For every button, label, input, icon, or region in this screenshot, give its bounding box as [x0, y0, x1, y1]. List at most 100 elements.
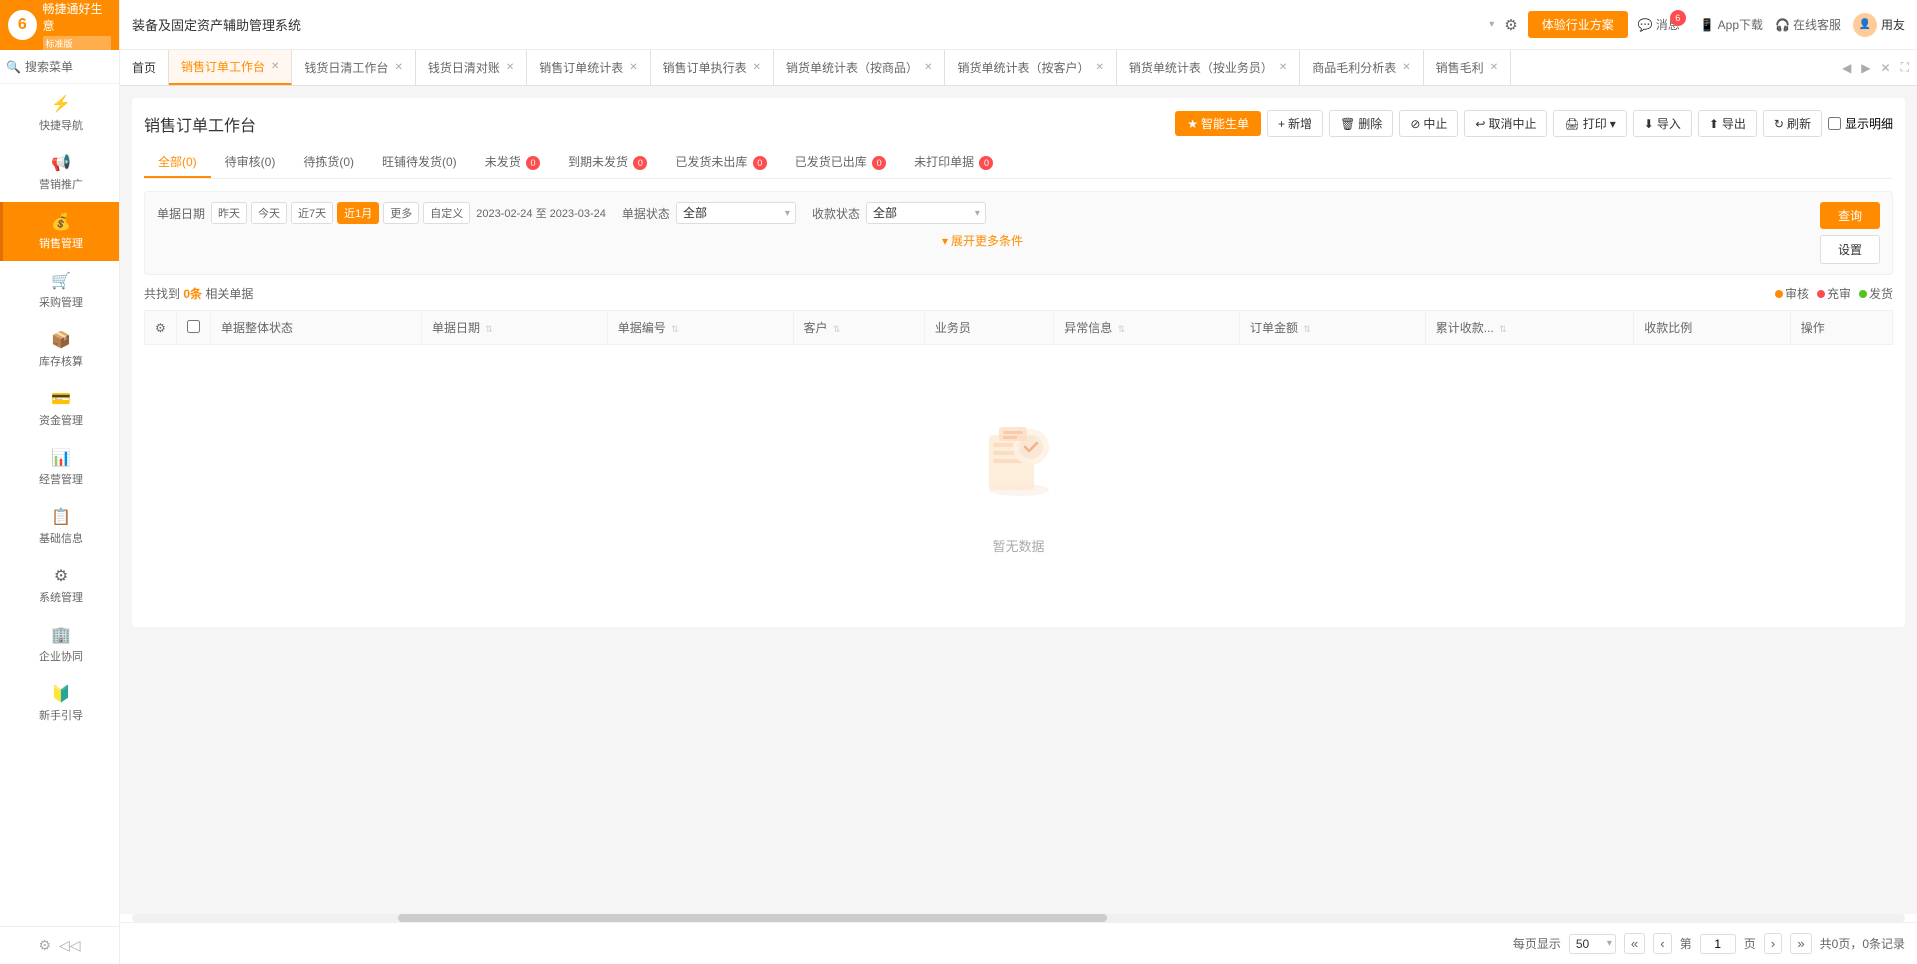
subtab-pending-inspect[interactable]: 待拣货(0): [289, 147, 368, 178]
tab-sales-order-workbench[interactable]: 销售订单工作台 ✕: [169, 50, 292, 85]
scrollbar-thumb[interactable]: [398, 914, 1107, 922]
subtab-all[interactable]: 全部(0): [144, 147, 211, 178]
tab-scroll-left-btn[interactable]: ◀: [1838, 59, 1855, 77]
tab-close-product[interactable]: ✕: [924, 62, 932, 73]
tab-scroll-right-btn[interactable]: ▶: [1857, 59, 1874, 77]
col-received-header[interactable]: 累计收款... ⇅: [1425, 311, 1633, 345]
tab-cash-daily-clear[interactable]: 钱货日清工作台 ✕: [292, 50, 415, 85]
sidebar-item-operations[interactable]: 📊 经营管理: [0, 438, 119, 497]
batch-ship-btn[interactable]: 发货: [1859, 285, 1893, 302]
date-btn-7days[interactable]: 近7天: [291, 202, 333, 224]
tab-close-stats[interactable]: ✕: [629, 62, 637, 73]
filter-expand-btn[interactable]: ▾ 展开更多条件: [942, 232, 1023, 249]
subtab-wangpu[interactable]: 旺铺待发货(0): [368, 147, 471, 178]
col-received-sort-icon[interactable]: ⇅: [1499, 324, 1507, 334]
subtab-shipped-not-in[interactable]: 已发货未出库 0: [661, 147, 780, 178]
smart-bill-btn[interactable]: ★ 智能生单: [1175, 111, 1261, 136]
select-all-checkbox[interactable]: [187, 320, 200, 333]
col-amount-sort-icon[interactable]: ⇅: [1303, 324, 1311, 334]
user-menu[interactable]: 👤 用友: [1853, 13, 1905, 37]
col-exception-header[interactable]: 异常信息 ⇅: [1054, 311, 1240, 345]
page-number-input[interactable]: 1: [1700, 934, 1736, 954]
date-btn-1month[interactable]: 近1月: [337, 202, 379, 224]
print-btn[interactable]: 🖨 打印 ▾: [1553, 110, 1626, 137]
sidebar-item-sales[interactable]: 💰 销售管理: [0, 202, 119, 261]
new-btn[interactable]: + 新增: [1267, 110, 1323, 137]
col-date-header[interactable]: 单据日期 ⇅: [421, 311, 607, 345]
horizontal-scrollbar[interactable]: [120, 914, 1917, 922]
date-btn-custom[interactable]: 自定义: [423, 202, 470, 224]
export-btn[interactable]: ⬆ 导出: [1698, 110, 1757, 137]
show-detail-checkbox[interactable]: [1828, 117, 1841, 130]
query-btn[interactable]: 查询: [1820, 202, 1880, 229]
refresh-btn[interactable]: ↻ 刷新: [1763, 110, 1822, 137]
col-customer-sort-icon[interactable]: ⇅: [833, 324, 841, 334]
col-checkbox-header[interactable]: [177, 311, 211, 345]
tab-close-sales-margin[interactable]: ✕: [1490, 62, 1498, 73]
setting-btn[interactable]: 设置: [1820, 235, 1880, 264]
col-number-sort-icon[interactable]: ⇅: [671, 324, 679, 334]
tab-close-all-btn[interactable]: ✕: [1877, 59, 1895, 77]
cancel-stop-btn[interactable]: ↩ 取消中止: [1464, 110, 1547, 137]
tab-sales-stats-staff[interactable]: 销货单统计表（按业务员） ✕: [1117, 50, 1300, 85]
sidebar-item-purchase[interactable]: 🛒 采购管理: [0, 261, 119, 320]
import-btn[interactable]: ⬇ 导入: [1633, 110, 1692, 137]
tab-sales-order-stats[interactable]: 销售订单统计表 ✕: [527, 50, 650, 85]
date-btn-more[interactable]: 更多: [383, 202, 419, 224]
col-exception-sort-icon[interactable]: ⇅: [1118, 324, 1126, 334]
delete-btn[interactable]: 🗑 删除: [1329, 110, 1393, 137]
settings-footer-btn[interactable]: ⚙: [38, 937, 51, 954]
filter-payment-select[interactable]: 全部 已收款 未收款: [866, 202, 986, 224]
tab-close-sales-order[interactable]: ✕: [271, 61, 279, 72]
tab-close-staff[interactable]: ✕: [1279, 62, 1287, 73]
sidebar-item-finance[interactable]: 💳 资金管理: [0, 379, 119, 438]
tab-home[interactable]: 首页: [120, 50, 169, 85]
sidebar-item-quick-nav[interactable]: ⚡ 快捷导航: [0, 84, 119, 143]
print-dropdown-icon[interactable]: ▾: [1610, 117, 1616, 131]
tab-cash-reconcile[interactable]: 钱货日清对账 ✕: [416, 50, 527, 85]
col-date-sort-icon[interactable]: ⇅: [485, 324, 493, 334]
col-settings-header[interactable]: ⚙: [145, 311, 177, 345]
sidebar-item-system[interactable]: ⚙ 系统管理: [0, 556, 119, 615]
sidebar-item-base-info[interactable]: 📋 基础信息: [0, 497, 119, 556]
sidebar-search[interactable]: 🔍 搜索菜单: [0, 50, 119, 84]
last-page-btn[interactable]: »: [1790, 933, 1811, 954]
tab-sales-order-exec[interactable]: 销售订单执行表 ✕: [651, 50, 774, 85]
message-btn[interactable]: 💬 6 消息: [1638, 16, 1680, 33]
subtab-expired-not-shipped[interactable]: 到期未发货 0: [554, 147, 661, 178]
col-amount-header[interactable]: 订单金额 ⇅: [1240, 311, 1426, 345]
tab-close-margin[interactable]: ✕: [1402, 62, 1410, 73]
topbar-settings-icon[interactable]: ⚙: [1504, 16, 1517, 34]
batch-review-btn[interactable]: 审核: [1775, 285, 1809, 302]
tab-sales-stats-product[interactable]: 销货单统计表（按商品） ✕: [774, 50, 945, 85]
stop-btn[interactable]: ⊘ 中止: [1399, 110, 1458, 137]
subtab-pending-review[interactable]: 待审核(0): [211, 147, 290, 178]
online-service-btn[interactable]: 🎧 在线客服: [1775, 16, 1841, 33]
tab-close-reconcile[interactable]: ✕: [506, 62, 514, 73]
page-size-select[interactable]: 10 20 50 100: [1569, 934, 1616, 954]
col-customer-header[interactable]: 客户 ⇅: [793, 311, 924, 345]
sidebar-item-guide[interactable]: 🔰 新手引导: [0, 674, 119, 733]
subtab-not-shipped[interactable]: 未发货 0: [471, 147, 554, 178]
tab-maximize-btn[interactable]: ⛶: [1897, 58, 1913, 77]
app-download-btn[interactable]: 📱 App下载: [1700, 16, 1763, 33]
col-status-header[interactable]: 单据整体状态: [211, 311, 422, 345]
scrollbar-track[interactable]: [132, 914, 1905, 922]
tab-close-cash-daily[interactable]: ✕: [394, 62, 402, 73]
next-page-btn[interactable]: ›: [1764, 933, 1782, 954]
tab-sales-stats-customer[interactable]: 销货单统计表（按客户） ✕: [945, 50, 1116, 85]
batch-cancel-btn[interactable]: 充审: [1817, 285, 1851, 302]
column-settings-icon[interactable]: ⚙: [155, 321, 166, 335]
topbar-dropdown-icon[interactable]: ▾: [1489, 19, 1494, 30]
sidebar-item-enterprise[interactable]: 🏢 企业协同: [0, 615, 119, 674]
topbar-solution-btn[interactable]: 体验行业方案: [1528, 11, 1628, 38]
col-number-header[interactable]: 单据编号 ⇅: [607, 311, 793, 345]
date-btn-yesterday[interactable]: 昨天: [211, 202, 247, 224]
tab-goods-margin[interactable]: 商品毛利分析表 ✕: [1300, 50, 1423, 85]
prev-page-btn[interactable]: ‹: [1653, 933, 1671, 954]
collapse-footer-btn[interactable]: ◁◁: [59, 937, 81, 954]
sidebar-item-marketing[interactable]: 📢 营销推广: [0, 143, 119, 202]
filter-status-select[interactable]: 全部 待审核 已审核: [676, 202, 796, 224]
date-btn-today[interactable]: 今天: [251, 202, 287, 224]
col-staff-header[interactable]: 业务员: [924, 311, 1053, 345]
